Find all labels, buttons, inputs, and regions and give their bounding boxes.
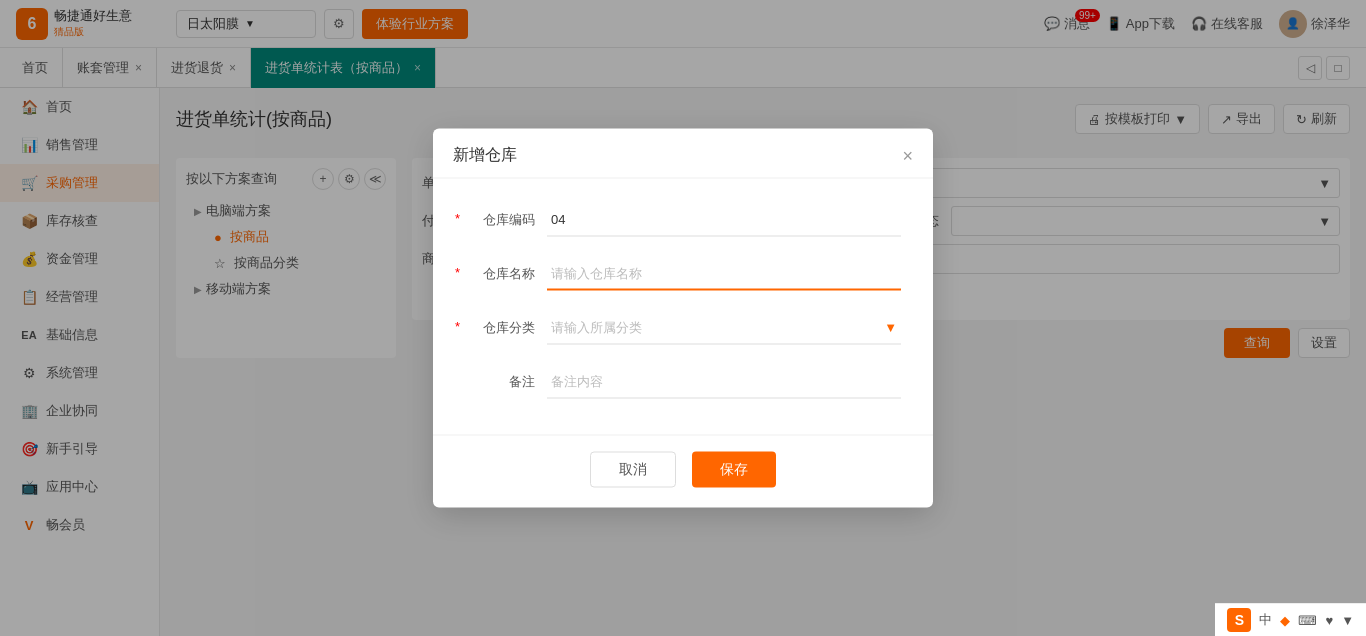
category-placeholder: 请输入所属分类 [551, 318, 642, 336]
name-label: 仓库名称 [465, 265, 535, 283]
category-label: 仓库分类 [465, 319, 535, 337]
field-name: 仓库名称 [465, 257, 901, 291]
modal-header: 新增仓库 × [433, 129, 933, 179]
modal-body: 仓库编码 仓库名称 仓库分类 请输入所属分类 ▼ 备注 [433, 179, 933, 435]
name-input[interactable] [547, 257, 901, 291]
remark-label: 备注 [465, 373, 535, 391]
cancel-button[interactable]: 取消 [590, 452, 676, 488]
new-warehouse-modal: 新增仓库 × 仓库编码 仓库名称 仓库分类 请输入所属分类 ▼ 备注 取消 保存 [433, 129, 933, 508]
field-category: 仓库分类 请输入所属分类 ▼ [465, 311, 901, 345]
diamond-icon: ◆ [1280, 613, 1290, 628]
code-input[interactable] [547, 203, 901, 237]
category-chevron-icon: ▼ [884, 320, 897, 335]
code-label: 仓库编码 [465, 211, 535, 229]
arrow-icon: ▼ [1341, 613, 1354, 628]
remark-input[interactable] [547, 365, 901, 399]
modal-close-button[interactable]: × [902, 146, 913, 164]
s-brand-icon: S [1227, 608, 1251, 632]
heart-icon: ♥ [1325, 613, 1333, 628]
category-select[interactable]: 请输入所属分类 ▼ [547, 311, 901, 345]
modal-footer: 取消 保存 [433, 435, 933, 508]
field-code: 仓库编码 [465, 203, 901, 237]
field-remark: 备注 [465, 365, 901, 399]
keyboard-icon: ⌨ [1298, 613, 1317, 628]
statusbar: S 中 ◆ ⌨ ♥ ▼ [1215, 603, 1366, 636]
zh-icon: 中 [1259, 611, 1272, 629]
save-button[interactable]: 保存 [692, 452, 776, 488]
modal-title: 新增仓库 [453, 145, 517, 166]
